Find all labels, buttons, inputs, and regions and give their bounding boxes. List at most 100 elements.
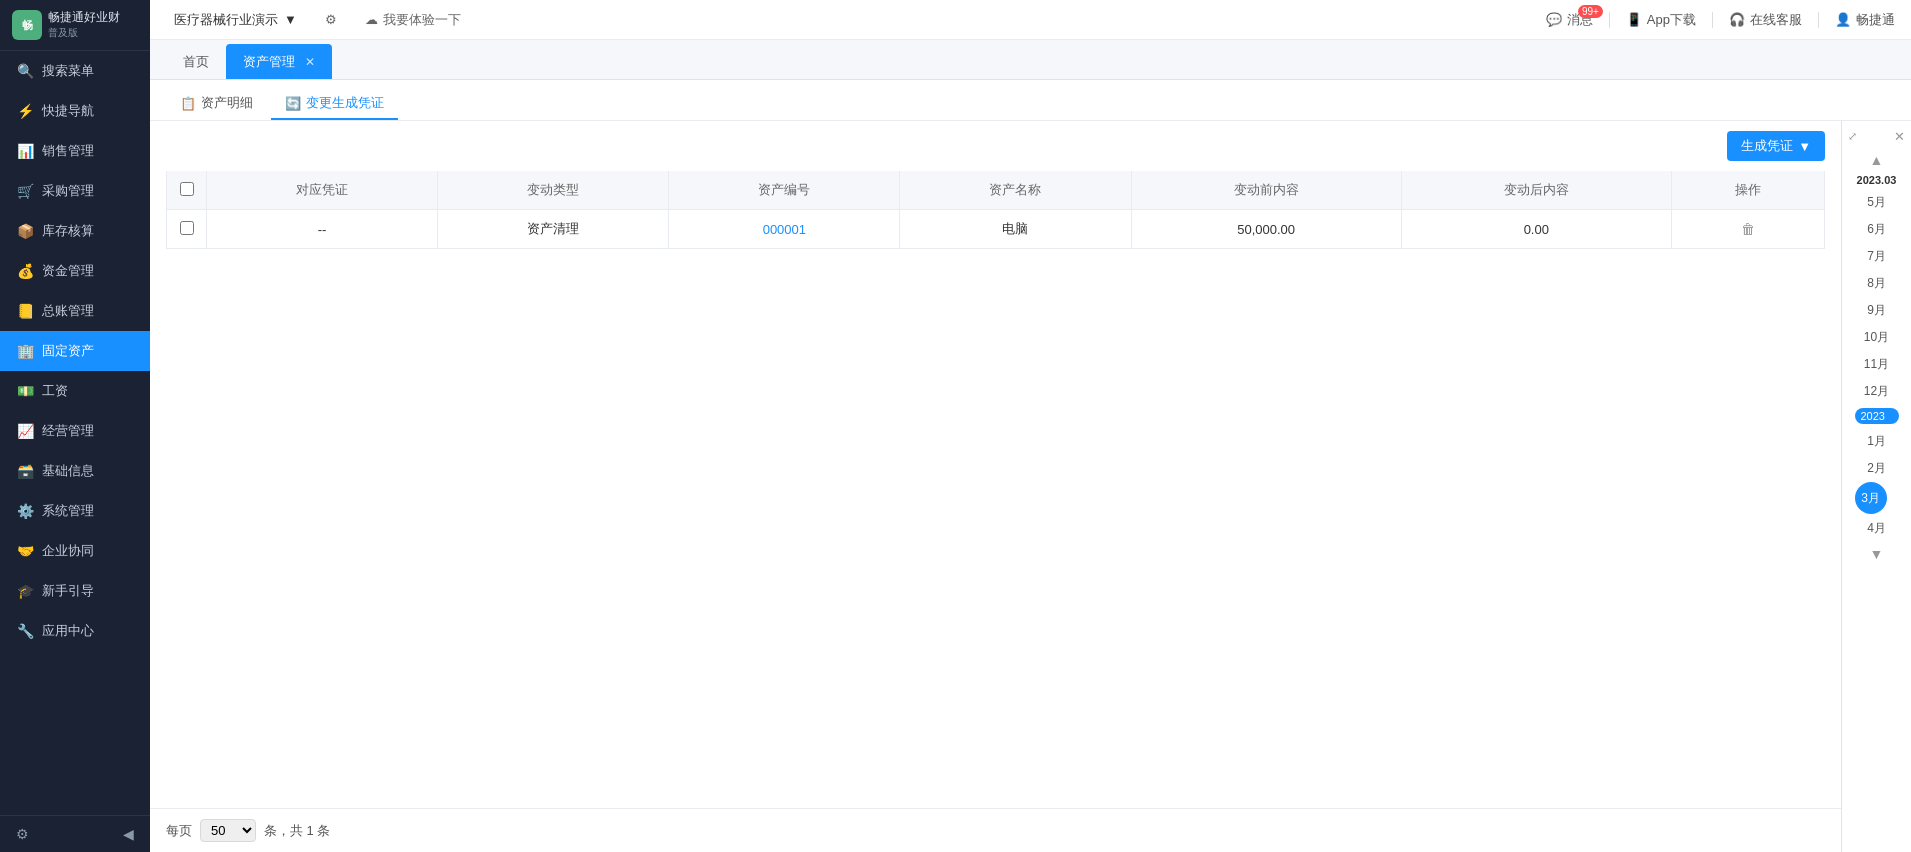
select-all-checkbox[interactable] bbox=[180, 182, 194, 196]
sidebar-item-apps[interactable]: 🔧应用中心 bbox=[0, 611, 150, 651]
col-before: 变动前内容 bbox=[1131, 171, 1401, 210]
generate-voucher-button[interactable]: 生成凭证 ▼ bbox=[1727, 131, 1825, 161]
generate-voucher-label: 生成凭证 bbox=[1741, 137, 1793, 155]
messages-badge: 99+ bbox=[1578, 5, 1603, 18]
main-area: 医疗器械行业演示 ▼ ⚙ ☁ 我要体验一下 💬 消息 99+ 📱 App下载 🎧… bbox=[150, 0, 1911, 852]
table-row: -- 资产清理 000001 电脑 50,000.00 0.00 🗑 bbox=[167, 210, 1825, 249]
sidebar-item-search[interactable]: 🔍搜索菜单 bbox=[0, 51, 150, 91]
panel-year-label: 2023.03 bbox=[1857, 174, 1897, 186]
tab-home-label: 首页 bbox=[183, 54, 209, 69]
col-voucher: 对应凭证 bbox=[207, 171, 438, 210]
header-settings-btn[interactable]: ⚙ bbox=[317, 6, 345, 34]
col-asset-no: 资产编号 bbox=[669, 171, 900, 210]
sidebar-label-system: 系统管理 bbox=[42, 502, 94, 520]
month-item-6月[interactable]: 6月 bbox=[1855, 216, 1899, 242]
sidebar-item-funds[interactable]: 💰资金管理 bbox=[0, 251, 150, 291]
sub-tab-change-voucher[interactable]: 🔄 变更生成凭证 bbox=[271, 88, 398, 120]
sidebar-item-ledger[interactable]: 📒 总账管理 bbox=[0, 291, 150, 331]
panel-close-icon[interactable]: ✕ bbox=[1894, 129, 1905, 144]
month-item-7月[interactable]: 7月 bbox=[1855, 243, 1899, 269]
sidebar-item-assets[interactable]: 🏢 固定资产 bbox=[0, 331, 150, 371]
col-after: 变动后内容 bbox=[1401, 171, 1671, 210]
cell-change-type-0: 资产清理 bbox=[438, 210, 669, 249]
customer-service-btn[interactable]: 🎧 在线客服 bbox=[1729, 11, 1802, 29]
company-selector[interactable]: 医疗器械行业演示 ▼ bbox=[166, 7, 305, 33]
sidebar-item-guide[interactable]: 🎓新手引导 bbox=[0, 571, 150, 611]
month-item-9月[interactable]: 9月 bbox=[1855, 297, 1899, 323]
page-size-label: 每页 bbox=[166, 822, 192, 840]
sidebar-icon-operations: 📈 bbox=[16, 423, 34, 439]
nav-tabs: 首页 资产管理 ✕ bbox=[150, 40, 1911, 80]
sidebar-item-operations[interactable]: 📈经营管理 bbox=[0, 411, 150, 451]
messages-btn[interactable]: 💬 消息 99+ bbox=[1546, 11, 1593, 29]
user-btn[interactable]: 👤 畅捷通 bbox=[1835, 11, 1895, 29]
header-divider-2 bbox=[1712, 12, 1713, 28]
tab-assets-label: 资产管理 bbox=[243, 54, 295, 69]
sidebar-item-payroll[interactable]: 💵工资 bbox=[0, 371, 150, 411]
panel-up-arrow[interactable]: ▲ bbox=[1842, 148, 1911, 172]
user-avatar-icon: 👤 bbox=[1835, 12, 1851, 27]
month-item-11月[interactable]: 11月 bbox=[1855, 351, 1899, 377]
month-item-5月[interactable]: 5月 bbox=[1855, 189, 1899, 215]
month-item-10月[interactable]: 10月 bbox=[1855, 324, 1899, 350]
col-action: 操作 bbox=[1671, 171, 1824, 210]
year-badge: 2023 bbox=[1855, 408, 1899, 424]
month-item-2023-3月[interactable]: 3月 bbox=[1855, 482, 1887, 514]
sidebar-label-assets: 固定资产 bbox=[42, 342, 94, 360]
collapse-icon[interactable]: ◀ bbox=[123, 826, 134, 842]
tab-close-icon[interactable]: ✕ bbox=[305, 55, 315, 69]
sidebar-item-collab[interactable]: 🤝企业协同 bbox=[0, 531, 150, 571]
sidebar-icon-assets: 🏢 bbox=[16, 343, 34, 359]
sidebar-icon-basics: 🗃️ bbox=[16, 463, 34, 479]
sidebar-item-purchase[interactable]: 🛒采购管理 bbox=[0, 171, 150, 211]
app-download-label: App下载 bbox=[1647, 11, 1696, 29]
sidebar-icon-apps: 🔧 bbox=[16, 623, 34, 639]
sidebar-label-sales: 销售管理 bbox=[42, 142, 94, 160]
sub-tab-asset-list[interactable]: 📋 资产明细 bbox=[166, 88, 267, 120]
tab-assets[interactable]: 资产管理 ✕ bbox=[226, 44, 332, 79]
sidebar-item-inventory[interactable]: 📦库存核算 bbox=[0, 211, 150, 251]
page-content: 📋 资产明细 🔄 变更生成凭证 生成凭证 ▼ bbox=[150, 80, 1911, 852]
cell-after-0: 0.00 bbox=[1401, 210, 1671, 249]
service-icon: 🎧 bbox=[1729, 12, 1745, 27]
panel-expand-icon[interactable]: ⤢ bbox=[1848, 130, 1857, 143]
month-item-12月[interactable]: 12月 bbox=[1855, 378, 1899, 404]
feedback-btn[interactable]: ☁ 我要体验一下 bbox=[357, 7, 469, 33]
sidebar-item-system[interactable]: ⚙️系统管理 bbox=[0, 491, 150, 531]
sidebar-label-basics: 基础信息 bbox=[42, 462, 94, 480]
cell-action-0: 🗑 bbox=[1671, 210, 1824, 249]
col-asset-name: 资产名称 bbox=[900, 171, 1131, 210]
tab-home[interactable]: 首页 bbox=[166, 44, 226, 79]
logo-text: 畅捷通好业财 bbox=[48, 10, 120, 26]
cell-voucher-0: -- bbox=[207, 210, 438, 249]
month-item-8月[interactable]: 8月 bbox=[1855, 270, 1899, 296]
sidebar-icon-search: 🔍 bbox=[16, 63, 34, 79]
right-panel-months: 5月6月7月8月9月10月11月12月 2023 1月2月3月4月 bbox=[1855, 188, 1899, 542]
month-item-2023-2月[interactable]: 2月 bbox=[1855, 455, 1899, 481]
sidebar-label-guide: 新手引导 bbox=[42, 582, 94, 600]
row-checkbox-0[interactable] bbox=[180, 221, 194, 235]
month-item-2023-1月[interactable]: 1月 bbox=[1855, 428, 1899, 454]
panel-down-arrow[interactable]: ▼ bbox=[1842, 542, 1911, 566]
sidebar-item-sales[interactable]: 📊销售管理 bbox=[0, 131, 150, 171]
generate-voucher-dropdown-icon: ▼ bbox=[1798, 139, 1811, 154]
app-download-btn[interactable]: 📱 App下载 bbox=[1626, 11, 1696, 29]
company-name: 医疗器械行业演示 bbox=[174, 11, 278, 29]
sidebar-label-quicknav: 快捷导航 bbox=[42, 102, 94, 120]
settings-icon[interactable]: ⚙ bbox=[16, 826, 29, 842]
change-voucher-icon: 🔄 bbox=[285, 96, 301, 111]
logo-icon: 畅 bbox=[12, 10, 42, 40]
sidebar-item-quicknav[interactable]: ⚡快捷导航 bbox=[0, 91, 150, 131]
cell-asset-no-0: 000001 bbox=[669, 210, 900, 249]
sidebar-logo: 畅 畅捷通好业财 普及版 bbox=[0, 0, 150, 51]
sidebar-icon-ledger: 📒 bbox=[16, 303, 34, 319]
sidebar-label-inventory: 库存核算 bbox=[42, 222, 94, 240]
month-item-2023-4月[interactable]: 4月 bbox=[1855, 515, 1899, 541]
cell-before-0: 50,000.00 bbox=[1131, 210, 1401, 249]
delete-icon-0[interactable]: 🗑 bbox=[1741, 221, 1755, 237]
table-container: 对应凭证 变动类型 资产编号 资产名称 bbox=[150, 171, 1841, 808]
page-size-select[interactable]: 50 100 200 bbox=[200, 819, 256, 842]
sidebar-item-basics[interactable]: 🗃️ 基础信息 bbox=[0, 451, 150, 491]
feedback-icon: ☁ bbox=[365, 12, 378, 27]
sidebar-label-ledger: 总账管理 bbox=[42, 302, 94, 320]
